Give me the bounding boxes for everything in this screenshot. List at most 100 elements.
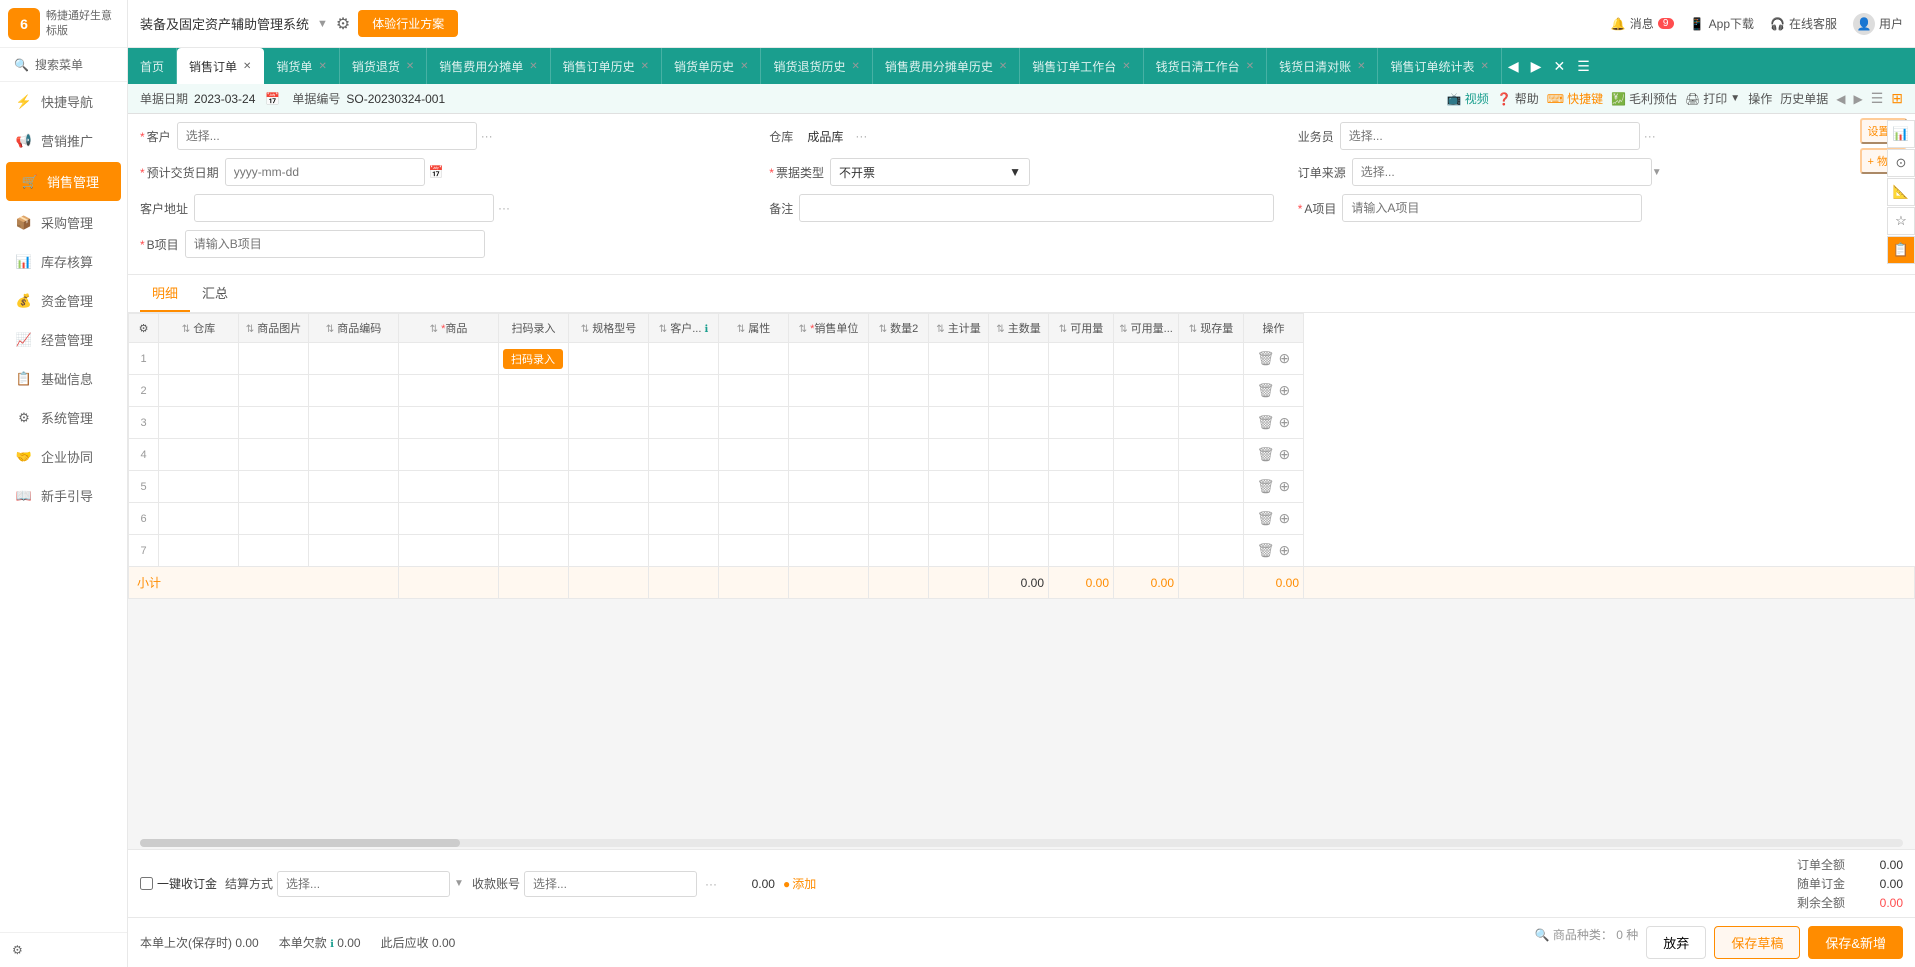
row-delete-btn-7[interactable]: 🗑 [1257, 542, 1275, 559]
tab-close-icon[interactable]: ✕ [243, 61, 251, 72]
tab-close-icon[interactable]: ✕ [999, 61, 1007, 72]
tab-invoice-history[interactable]: 销货单历史 ✕ [662, 48, 761, 84]
row-copy-btn-7[interactable]: ⊕ [1279, 542, 1291, 559]
tab-close-icon[interactable]: ✕ [740, 61, 748, 72]
delivery-date-input[interactable] [225, 158, 425, 186]
tab-sales-return[interactable]: 销货退货 ✕ [340, 48, 427, 84]
sidebar-item-operations[interactable]: 📈 经营管理 [0, 320, 127, 359]
row-copy-btn-6[interactable]: ⊕ [1279, 510, 1291, 527]
sidebar-item-finance[interactable]: 💰 资金管理 [0, 281, 127, 320]
toolbar-nav-next-icon[interactable]: ▶ [1853, 92, 1862, 106]
row-copy-btn-3[interactable]: ⊕ [1279, 414, 1291, 431]
row-copy-btn-1[interactable]: ⊕ [1279, 350, 1291, 367]
tab-close-icon[interactable]: ✕ [406, 61, 414, 72]
tab-close-icon[interactable]: ✕ [529, 61, 537, 72]
tab-sales-stats[interactable]: 销售订单统计表 ✕ [1378, 48, 1501, 84]
account-dots-icon[interactable]: ··· [705, 877, 717, 891]
tab-close-icon[interactable]: ✕ [1481, 61, 1489, 72]
row-delete-btn-5[interactable]: 🗑 [1257, 478, 1275, 495]
b-project-input[interactable] [185, 230, 485, 258]
warehouse-dots-icon[interactable]: ··· [855, 129, 867, 143]
sidebar-item-purchase[interactable]: 📦 采购管理 [0, 203, 127, 242]
customer-dots-icon[interactable]: ··· [481, 129, 493, 143]
row-unit-1[interactable] [789, 343, 869, 375]
tab-home[interactable]: 首页 [128, 48, 177, 84]
toolbar-nav-prev-icon[interactable]: ◀ [1836, 92, 1845, 106]
user-avatar-item[interactable]: 👤 用户 [1853, 13, 1903, 35]
row-spec-1[interactable] [569, 343, 649, 375]
order-source-input[interactable] [1352, 158, 1652, 186]
a-project-input[interactable] [1342, 194, 1642, 222]
scrollbar-thumb[interactable] [140, 839, 460, 847]
customer-input[interactable] [177, 122, 477, 150]
tabs-prev-btn[interactable]: ◀ [1502, 48, 1525, 84]
save-draft-button[interactable]: 保存草稿 [1714, 926, 1800, 959]
row-warehouse-1[interactable] [159, 343, 239, 375]
rfp-btn-5[interactable]: 📋 [1887, 236, 1915, 264]
row-code-2[interactable] [309, 375, 399, 407]
operate-btn[interactable]: 操作 [1748, 90, 1772, 107]
sidebar-item-marketing[interactable]: 📢 营销推广 [0, 121, 127, 160]
view-btn[interactable]: 📺 视频 [1447, 90, 1489, 107]
shortcut-btn[interactable]: ⌨ 快捷键 [1547, 90, 1603, 107]
tab-daily-workbench[interactable]: 钱货日清工作台 ✕ [1144, 48, 1267, 84]
row-customer-code-1[interactable] [649, 343, 719, 375]
tab-close-icon[interactable]: ✕ [641, 61, 649, 72]
discard-button[interactable]: 放弃 [1646, 926, 1706, 959]
tab-sales-order-history[interactable]: 销售订单历史 ✕ [551, 48, 662, 84]
customer-address-input[interactable] [194, 194, 494, 222]
row-qty2-1[interactable] [869, 343, 929, 375]
salesperson-input[interactable] [1340, 122, 1640, 150]
industry-plan-button[interactable]: 体验行业方案 [358, 10, 458, 37]
quick-collect-checkbox[interactable] [140, 877, 153, 890]
payment-method-input[interactable] [277, 871, 450, 897]
tab-close-icon[interactable]: ✕ [851, 61, 859, 72]
row-main-qty-2[interactable] [989, 375, 1049, 407]
rfp-btn-3[interactable]: 📐 [1887, 178, 1915, 206]
row-copy-btn-5[interactable]: ⊕ [1279, 478, 1291, 495]
sidebar-item-system[interactable]: ⚙ 系统管理 [0, 398, 127, 437]
sidebar-item-enterprise[interactable]: 🤝 企业协同 [0, 437, 127, 476]
row-warehouse-2[interactable] [159, 375, 239, 407]
row-qty2-2[interactable] [869, 375, 929, 407]
sidebar-settings-btn[interactable]: ⚙ [0, 933, 127, 967]
row-main-unit-1[interactable] [929, 343, 989, 375]
row-main-unit-2[interactable] [929, 375, 989, 407]
row-delete-btn-3[interactable]: 🗑 [1257, 414, 1275, 431]
search-menu-item[interactable]: 🔍 搜索菜单 [0, 48, 127, 82]
rfp-btn-1[interactable]: 📊 [1887, 120, 1915, 148]
tab-daily-reconcile[interactable]: 钱货日清对账 ✕ [1267, 48, 1378, 84]
horizontal-scrollbar[interactable] [128, 837, 1915, 849]
tab-sales-invoice[interactable]: 销货单 ✕ [264, 48, 339, 84]
rfp-btn-2[interactable]: ⊙ [1887, 149, 1915, 177]
row-delete-btn-1[interactable]: 🗑 [1257, 350, 1275, 367]
row-customer-code-2[interactable] [649, 375, 719, 407]
online-support-item[interactable]: 🎧 在线客服 [1770, 15, 1837, 32]
sidebar-item-inventory[interactable]: 📊 库存核算 [0, 242, 127, 281]
help-btn[interactable]: ❓ 帮助 [1497, 90, 1539, 107]
print-btn[interactable]: 🖨 打印 ▼ [1685, 90, 1740, 107]
profit-btn[interactable]: 💹 毛利预估 [1611, 90, 1677, 107]
collection-account-input[interactable] [524, 871, 697, 897]
tab-summary[interactable]: 汇总 [190, 275, 240, 312]
scan-button-1[interactable]: 扫码录入 [503, 349, 563, 369]
app-download-item[interactable]: 📱 App下载 [1690, 15, 1754, 32]
history-btn[interactable]: 历史单据 [1780, 90, 1828, 107]
row-goods-1[interactable] [399, 343, 499, 375]
row-copy-btn-2[interactable]: ⊕ [1279, 382, 1291, 399]
row-unit-2[interactable] [789, 375, 869, 407]
sidebar-item-guide[interactable]: 📖 新手引导 [0, 476, 127, 515]
row-delete-btn-6[interactable]: 🗑 [1257, 510, 1275, 527]
tabs-next-btn[interactable]: ▶ [1525, 48, 1548, 84]
note-input[interactable] [799, 194, 1273, 222]
rfp-btn-4[interactable]: ☆ [1887, 207, 1915, 235]
tab-close-icon[interactable]: ✕ [1122, 61, 1130, 72]
calendar-icon[interactable]: 📅 [265, 92, 280, 106]
salesperson-dots-icon[interactable]: ··· [1644, 129, 1656, 143]
tab-close-icon[interactable]: ✕ [318, 61, 326, 72]
address-dots-icon[interactable]: ··· [498, 201, 510, 215]
tabs-menu-btn[interactable]: ☰ [1571, 48, 1596, 84]
tab-sales-order[interactable]: 销售订单 ✕ [177, 48, 264, 84]
tabs-close-btn[interactable]: ✕ [1547, 48, 1571, 84]
header-gear-icon[interactable]: ⚙ [336, 14, 350, 34]
